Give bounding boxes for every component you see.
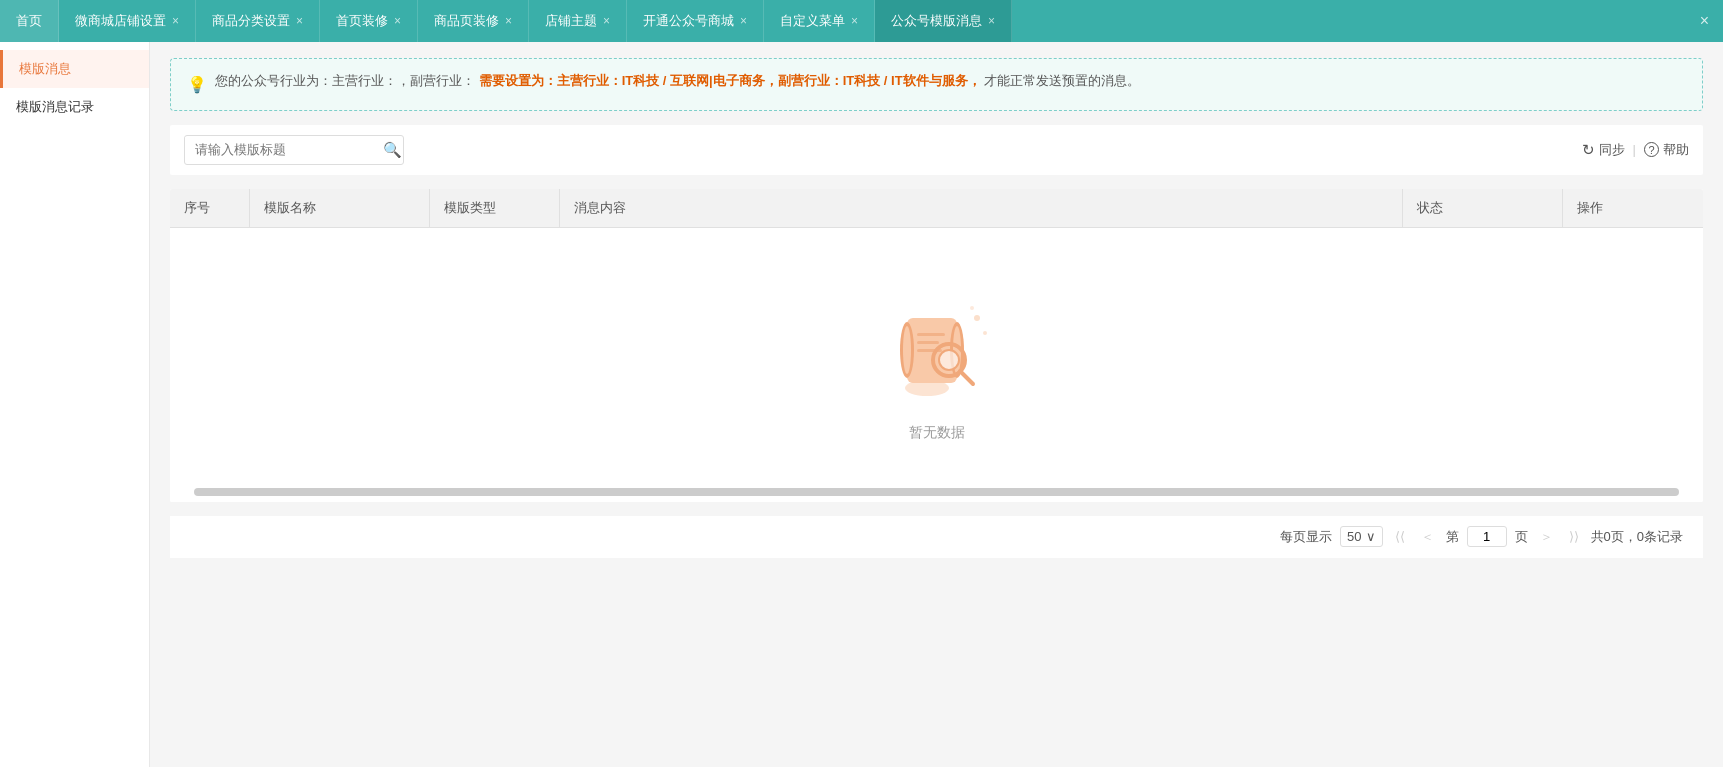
table-header-seq: 序号 (170, 189, 250, 227)
search-button[interactable]: 🔍 (373, 136, 404, 164)
per-page-value: 50 (1347, 529, 1361, 544)
close-tab-open-shop-icon[interactable]: × (740, 14, 747, 28)
table-header-action: 操作 (1563, 189, 1703, 227)
toolbar-divider: | (1633, 142, 1636, 157)
info-banner-suffix: 才能正常发送预置的消息。 (984, 73, 1140, 88)
nav-tab-custom-menu[interactable]: 自定义菜单 × (764, 0, 875, 42)
first-page-button[interactable]: ⟨⟨ (1391, 527, 1409, 546)
info-banner-text: 您的公众号行业为：主营行业：，副营行业： 需要设置为：主营行业：IT科技 / 互… (215, 71, 1140, 92)
nav-tab-home-label: 首页 (16, 12, 42, 30)
nav-tab-template-msg-label: 公众号模版消息 (891, 12, 982, 30)
nav-tab-category-settings[interactable]: 商品分类设置 × (196, 0, 320, 42)
sidebar: 模版消息 模版消息记录 (0, 42, 150, 767)
info-banner-highlight: 需要设置为：主营行业：IT科技 / 互联网|电子商务，副营行业：IT科技 / I… (479, 73, 981, 88)
last-page-button[interactable]: ⟩⟩ (1565, 527, 1583, 546)
nav-tab-homepage-decor[interactable]: 首页装修 × (320, 0, 418, 42)
main-layout: 模版消息 模版消息记录 💡 您的公众号行业为：主营行业：，副营行业： 需要设置为… (0, 42, 1723, 767)
svg-point-13 (983, 331, 987, 335)
lightbulb-icon: 💡 (187, 72, 207, 98)
sidebar-item-template-msg[interactable]: 模版消息 (0, 50, 149, 88)
nav-tab-custom-menu-label: 自定义菜单 (780, 12, 845, 30)
sync-icon: ↻ (1582, 141, 1595, 159)
table-header-name: 模版名称 (250, 189, 430, 227)
table-container: 序号 模版名称 模版类型 消息内容 状态 操作 (170, 189, 1703, 502)
nav-tab-open-shop[interactable]: 开通公众号商城 × (627, 0, 764, 42)
help-circle-icon: ? (1644, 142, 1659, 157)
info-banner-prefix: 您的公众号行业为：主营行业：，副营行业： (215, 73, 475, 88)
svg-point-10 (939, 350, 959, 370)
sidebar-item-template-msg-records[interactable]: 模版消息记录 (0, 88, 149, 126)
table-header-status: 状态 (1403, 189, 1563, 227)
search-icon: 🔍 (383, 141, 402, 158)
nav-tab-shop-theme-label: 店铺主题 (545, 12, 597, 30)
nav-tab-template-msg[interactable]: 公众号模版消息 × (875, 0, 1012, 42)
table-header: 序号 模版名称 模版类型 消息内容 状态 操作 (170, 189, 1703, 228)
close-tab-shop-settings-icon[interactable]: × (172, 14, 179, 28)
pagination-row: 每页显示 50 ∨ ⟨⟨ ＜ 第 页 ＞ ⟩⟩ 共0页，0条记录 (170, 516, 1703, 558)
page-number-input[interactable] (1467, 526, 1507, 547)
close-tab-shop-theme-icon[interactable]: × (603, 14, 610, 28)
help-label: 帮助 (1663, 141, 1689, 159)
nav-tab-shop-settings[interactable]: 微商城店铺设置 × (59, 0, 196, 42)
per-page-label: 每页显示 (1280, 528, 1332, 546)
empty-state: 暂无数据 (170, 228, 1703, 482)
content-area: 💡 您的公众号行业为：主营行业：，副营行业： 需要设置为：主营行业：IT科技 /… (150, 42, 1723, 767)
svg-rect-6 (917, 333, 945, 336)
svg-point-12 (974, 315, 980, 321)
close-tab-template-msg-icon[interactable]: × (988, 14, 995, 28)
empty-state-text: 暂无数据 (909, 424, 965, 442)
sidebar-item-template-msg-label: 模版消息 (19, 61, 71, 76)
top-nav: 首页 微商城店铺设置 × 商品分类设置 × 首页装修 × 商品页装修 × 店铺主… (0, 0, 1723, 42)
page-label-prefix: 第 (1446, 528, 1459, 546)
close-tab-homepage-decor-icon[interactable]: × (394, 14, 401, 28)
svg-point-14 (970, 306, 974, 310)
close-all-icon: × (1700, 12, 1709, 30)
info-banner: 💡 您的公众号行业为：主营行业：，副营行业： 需要设置为：主营行业：IT科技 /… (170, 58, 1703, 111)
next-page-button[interactable]: ＞ (1536, 526, 1557, 548)
svg-point-3 (903, 326, 911, 374)
search-input[interactable] (185, 137, 373, 162)
svg-rect-7 (917, 341, 939, 344)
nav-tab-product-page-decor-label: 商品页装修 (434, 12, 499, 30)
nav-tab-homepage-decor-label: 首页装修 (336, 12, 388, 30)
page-label-suffix: 页 (1515, 528, 1528, 546)
search-box: 🔍 (184, 135, 404, 165)
table-header-content: 消息内容 (560, 189, 1403, 227)
close-tab-category-settings-icon[interactable]: × (296, 14, 303, 28)
nav-tab-open-shop-label: 开通公众号商城 (643, 12, 734, 30)
nav-tab-product-page-decor[interactable]: 商品页装修 × (418, 0, 529, 42)
empty-state-icon (877, 288, 997, 408)
sidebar-item-template-msg-records-label: 模版消息记录 (16, 99, 94, 114)
prev-page-button[interactable]: ＜ (1417, 526, 1438, 548)
toolbar-right: ↻ 同步 | ? 帮助 (1582, 141, 1689, 159)
page-size-select[interactable]: 50 ∨ (1340, 526, 1382, 547)
nav-tab-home[interactable]: 首页 (0, 0, 59, 42)
nav-tab-category-settings-label: 商品分类设置 (212, 12, 290, 30)
horizontal-scrollbar[interactable] (194, 488, 1679, 496)
svg-line-11 (960, 371, 973, 384)
close-all-tabs-button[interactable]: × (1686, 0, 1723, 42)
nav-tab-shop-theme[interactable]: 店铺主题 × (529, 0, 627, 42)
close-tab-custom-menu-icon[interactable]: × (851, 14, 858, 28)
close-tab-product-page-decor-icon[interactable]: × (505, 14, 512, 28)
toolbar-row: 🔍 ↻ 同步 | ? 帮助 (170, 125, 1703, 175)
help-button[interactable]: ? 帮助 (1644, 141, 1689, 159)
table-header-type: 模版类型 (430, 189, 560, 227)
chevron-down-icon: ∨ (1366, 529, 1376, 544)
scrollbar-row (170, 482, 1703, 502)
total-records-label: 共0页，0条记录 (1591, 528, 1683, 546)
sync-button[interactable]: ↻ 同步 (1582, 141, 1625, 159)
sync-label: 同步 (1599, 141, 1625, 159)
nav-tab-shop-settings-label: 微商城店铺设置 (75, 12, 166, 30)
